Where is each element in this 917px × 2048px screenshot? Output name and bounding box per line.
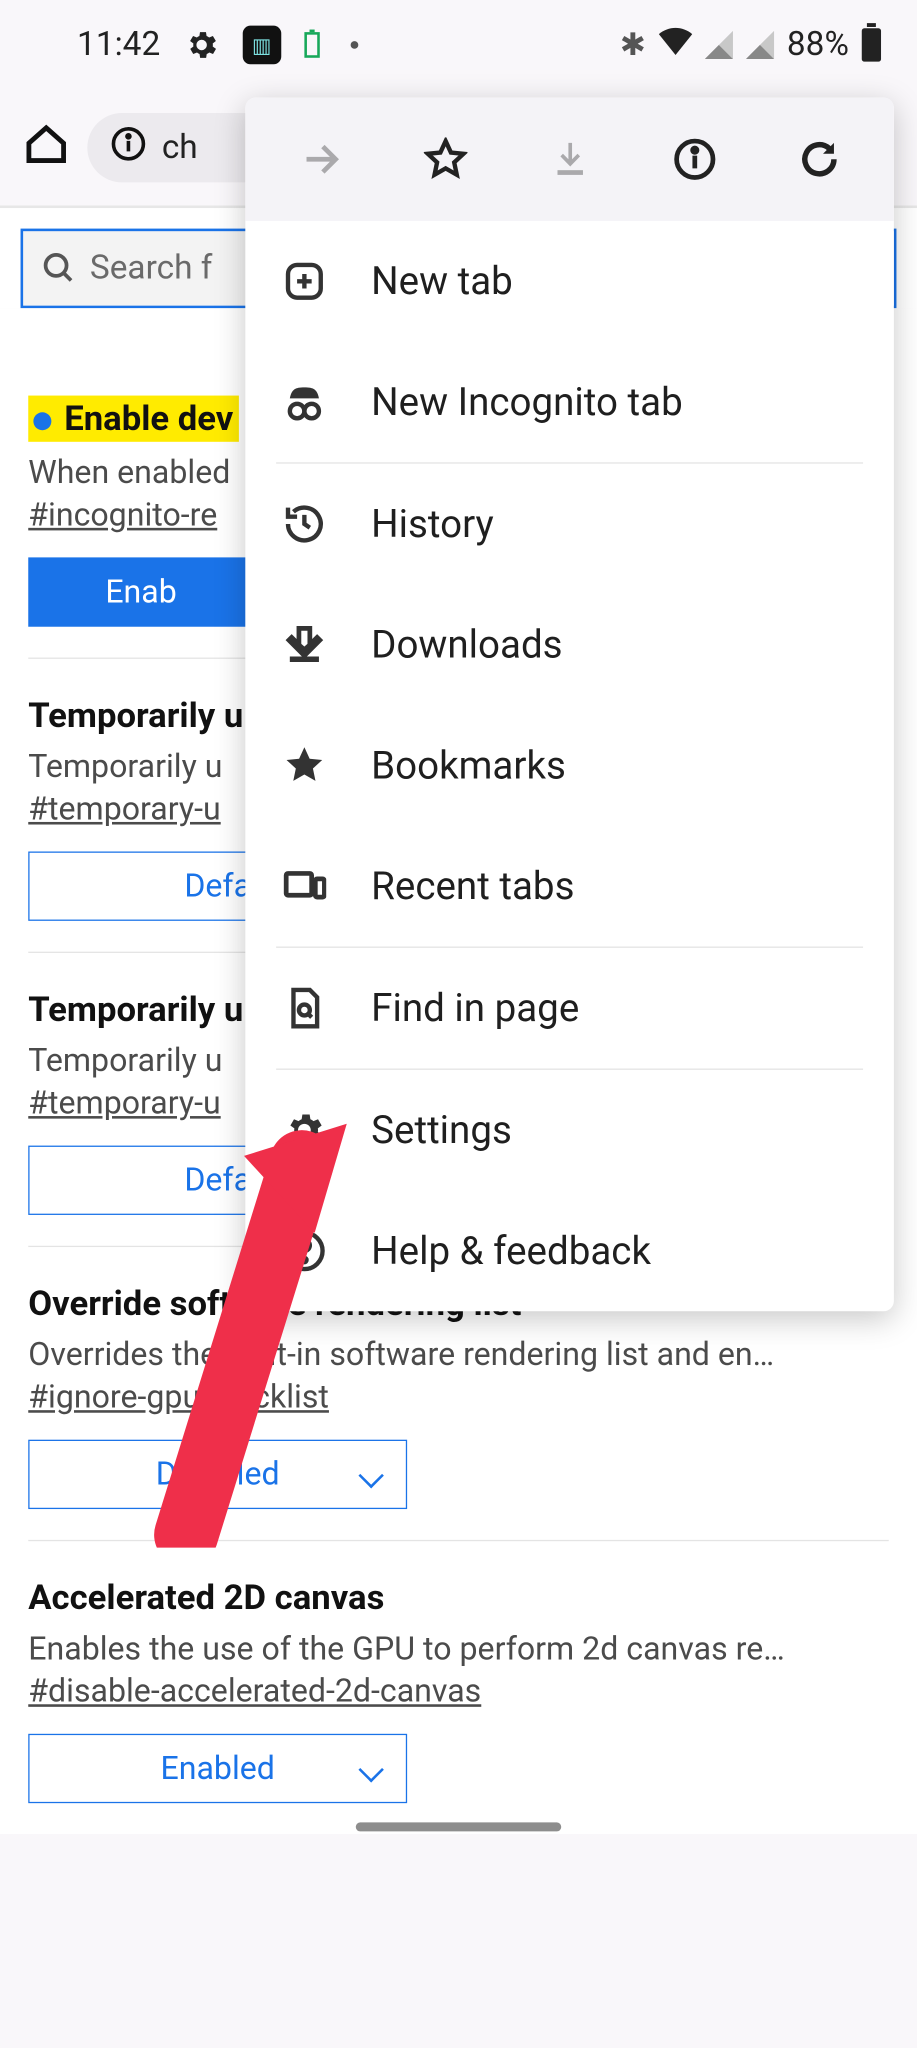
r6-app-icon: ▥ (242, 26, 281, 65)
forward-button[interactable] (297, 136, 343, 182)
flag-hash-link[interactable]: #ignore-gpu-blocklist (28, 1379, 329, 1416)
url-text: ch (162, 128, 198, 167)
flag-title: Enable dev (28, 396, 238, 442)
menu-item-label: New tab (371, 259, 513, 304)
bookmark-star-button[interactable] (422, 136, 468, 182)
menu-quick-actions (245, 98, 894, 221)
recent-tabs-icon (281, 864, 327, 908)
flag-dropdown-value: Enab (105, 573, 176, 610)
settings-icon (281, 1108, 327, 1152)
signal-icon-2 (746, 31, 774, 59)
flag-dropdown-value: Disabled (156, 1456, 280, 1493)
menu-incognito-tab[interactable]: New Incognito tab (245, 342, 894, 463)
menu-downloads[interactable]: Downloads (245, 584, 894, 705)
menu-bookmarks[interactable]: Bookmarks (245, 705, 894, 826)
downloads-icon (281, 623, 327, 667)
bluetooth-icon: ✱ (620, 27, 646, 63)
flag-description: Overrides the built-in software renderin… (28, 1337, 888, 1374)
settings-status-icon (183, 27, 219, 63)
menu-item-label: Settings (371, 1108, 512, 1153)
flag-hash-link[interactable]: #incognito-re (28, 497, 217, 534)
menu-item-label: History (371, 502, 494, 547)
flag-title: Temporarily u (28, 695, 243, 736)
new-tab-icon (281, 259, 327, 303)
android-nav-handle[interactable] (356, 1822, 561, 1831)
battery-percentage: 88% (787, 26, 849, 65)
reload-button[interactable] (796, 136, 842, 182)
status-time: 11:42 (77, 26, 160, 65)
site-info-icon[interactable] (110, 125, 146, 170)
menu-item-label: Find in page (371, 986, 579, 1031)
home-button[interactable] (23, 122, 69, 173)
flag-dropdown-value: Defa (184, 868, 251, 905)
more-notifications-dot (350, 41, 358, 49)
menu-find-in-page[interactable]: Find in page (245, 948, 894, 1069)
flag-hash-link[interactable]: #temporary-u (28, 1085, 220, 1122)
browser-overflow-menu: New tab New Incognito tab History Downlo… (245, 98, 894, 1312)
flag-title: Temporarily u (28, 989, 243, 1030)
battery-icon (862, 28, 881, 61)
signal-icon-1 (705, 31, 733, 59)
flag-dropdown[interactable]: Disabled (28, 1440, 407, 1509)
menu-help-feedback[interactable]: Help & feedback (245, 1191, 894, 1312)
flag-title: Accelerated 2D canvas (28, 1577, 384, 1618)
flag-dropdown[interactable]: Enabled (28, 1734, 407, 1803)
menu-item-label: New Incognito tab (371, 380, 683, 425)
flag-description: Enables the use of the GPU to perform 2d… (28, 1631, 888, 1668)
battery-saver-icon (304, 32, 319, 58)
menu-recent-tabs[interactable]: Recent tabs (245, 826, 894, 947)
flag-dropdown-value: Defa (184, 1162, 251, 1199)
history-icon (281, 502, 327, 546)
chevron-down-icon (358, 1463, 383, 1488)
flag-dropdown-value: Enabled (160, 1750, 274, 1787)
flag-hash-link[interactable]: #disable-accelerated-2d-canvas (28, 1673, 481, 1710)
help-icon (281, 1229, 327, 1273)
chevron-down-icon (358, 1757, 383, 1782)
download-button[interactable] (546, 136, 592, 182)
menu-item-label: Bookmarks (371, 743, 566, 788)
flag-item: Accelerated 2D canvas Enables the use of… (28, 1541, 888, 1834)
menu-item-label: Help & feedback (371, 1228, 651, 1273)
status-bar: 11:42 ▥ ✱ 88% (0, 0, 917, 90)
flag-hash-link[interactable]: #temporary-u (28, 791, 220, 828)
menu-new-tab[interactable]: New tab (245, 221, 894, 342)
incognito-icon (281, 380, 327, 424)
menu-settings[interactable]: Settings (245, 1070, 894, 1191)
menu-history[interactable]: History (245, 464, 894, 585)
wifi-icon (658, 26, 691, 65)
find-in-page-icon (281, 986, 327, 1030)
search-placeholder: Search f (90, 249, 212, 288)
menu-item-label: Recent tabs (371, 864, 574, 909)
page-info-button[interactable] (671, 136, 717, 182)
bookmarks-icon (281, 744, 327, 788)
menu-item-label: Downloads (371, 622, 562, 667)
